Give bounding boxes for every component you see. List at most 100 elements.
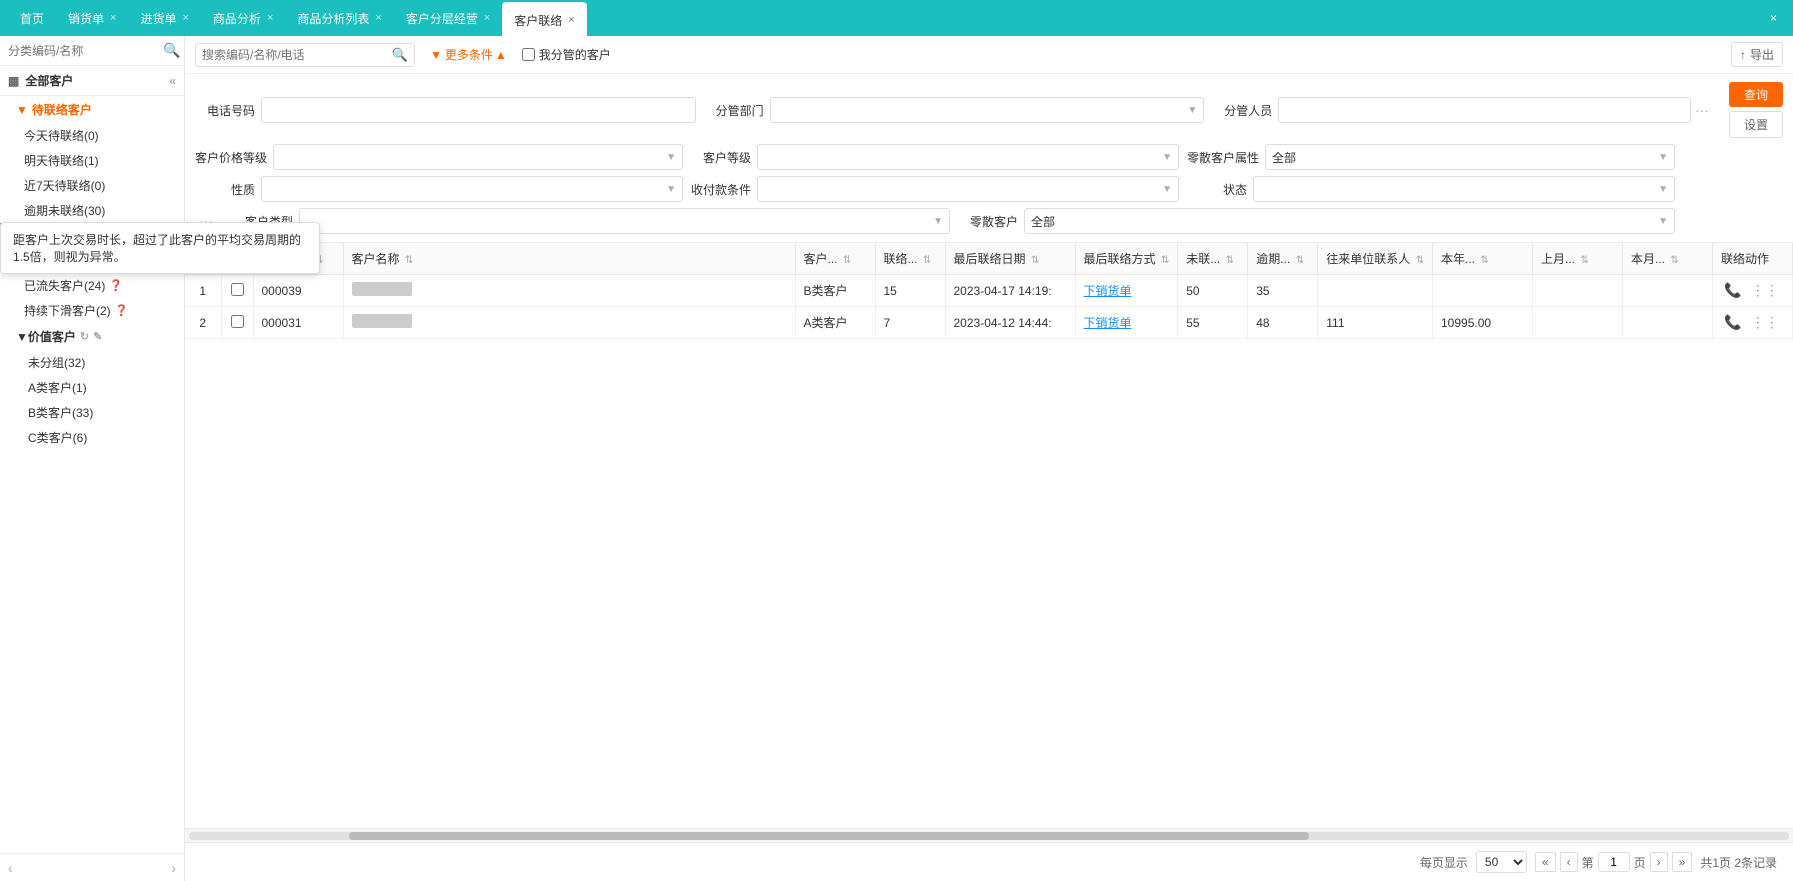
settings-button[interactable]: 设置 xyxy=(1729,111,1783,138)
name-sort-icon[interactable]: ⇅ xyxy=(405,255,413,266)
nav-sales-close[interactable]: × xyxy=(110,12,116,24)
cell-date: 2023-04-17 14:19: xyxy=(945,275,1075,307)
action-phone-icon[interactable]: 📞 xyxy=(1724,282,1741,298)
cell-method: 下销货单 xyxy=(1075,275,1178,307)
nav-product-list[interactable]: 商品分析列表 × xyxy=(285,0,393,36)
contact-sort-icon[interactable]: ⇅ xyxy=(923,255,931,266)
filter-dept-select[interactable]: ▼ xyxy=(770,97,1205,123)
thisyear-sort-icon[interactable]: ⇅ xyxy=(1480,255,1488,266)
declining-info-icon[interactable]: ❓ xyxy=(115,304,129,317)
export-button[interactable]: ↑ 导出 xyxy=(1731,42,1783,67)
lastmonth-sort-icon[interactable]: ⇅ xyxy=(1580,255,1588,266)
filter-status-select[interactable]: ▼ xyxy=(1253,176,1675,202)
nav-home[interactable]: 首页 xyxy=(8,0,56,36)
col-header-date: 最后联络日期 ⇅ xyxy=(945,243,1075,275)
value-customers-group[interactable]: ▼ 价值客户 ↻ ✎ xyxy=(0,323,184,350)
next-page-btn[interactable]: › xyxy=(1650,852,1668,872)
sidebar-item-class-a[interactable]: A类客户(1) xyxy=(0,375,184,400)
row-checkbox[interactable] xyxy=(231,283,244,296)
filter-phone-input[interactable] xyxy=(261,97,696,123)
method-sort-icon[interactable]: ⇅ xyxy=(1161,255,1169,266)
per-page-select[interactable]: 50 100 200 xyxy=(1476,851,1527,873)
nav-customer-contact[interactable]: 客户联络 × xyxy=(502,2,586,38)
cell-name[interactable] xyxy=(343,275,795,307)
method-link[interactable]: 下销货单 xyxy=(1084,284,1132,298)
nav-purchase[interactable]: 进货单 × xyxy=(128,0,200,36)
thismonth-sort-icon[interactable]: ⇅ xyxy=(1670,255,1678,266)
page-number-input[interactable] xyxy=(1598,852,1630,872)
filter-person-input[interactable] xyxy=(1278,97,1691,123)
row-checkbox[interactable] xyxy=(231,315,244,328)
sidebar-collapse-icon[interactable]: « xyxy=(169,74,176,88)
window-close-button[interactable]: × xyxy=(1762,9,1785,27)
sidebar-item-lost[interactable]: 已流失客户(24) ❓ xyxy=(0,273,184,298)
main-search-icon[interactable]: 🔍 xyxy=(392,47,408,63)
cell-name[interactable] xyxy=(343,307,795,339)
blurred-name xyxy=(352,314,412,328)
pending-contact-group[interactable]: ▼ 待联络客户 xyxy=(0,96,184,123)
last-page-btn[interactable]: » xyxy=(1672,852,1693,872)
cell-overdue: 35 xyxy=(1248,275,1318,307)
cell-code: 000031 xyxy=(253,307,343,339)
nav-customer-seg-label: 客户分层经营 xyxy=(406,10,478,27)
nav-sales[interactable]: 销货单 × xyxy=(56,0,128,36)
value-cycle-icon[interactable]: ↻ xyxy=(80,330,89,343)
horizontal-scrollbar[interactable] xyxy=(185,828,1793,842)
sidebar-item-7days[interactable]: 近7天待联络(0) xyxy=(0,173,184,198)
sidebar-item-ungrouped[interactable]: 未分组(32) xyxy=(0,350,184,375)
filter-custgrade-select[interactable]: ▼ xyxy=(757,144,1179,170)
custtype-down-arrow: ▼ xyxy=(933,216,943,227)
filter-payment-select[interactable]: ▼ xyxy=(757,176,1179,202)
overdue-sort-icon[interactable]: ⇅ xyxy=(1296,255,1304,266)
filter-gender-select[interactable]: ▼ xyxy=(261,176,683,202)
all-customers-header[interactable]: ▦ 全部客户 « xyxy=(0,66,184,96)
sidebar-item-class-c[interactable]: C类客户(6) xyxy=(0,425,184,450)
my-customers-checkbox[interactable] xyxy=(522,48,535,61)
cell-code: 000039 xyxy=(253,275,343,307)
sidebar-item-overdue[interactable]: 逾期未联络(30) xyxy=(0,198,184,223)
query-button[interactable]: 查询 xyxy=(1729,82,1783,107)
sidebar-item-declining[interactable]: 持续下滑客户(2) ❓ xyxy=(0,298,184,323)
nav-product-analysis[interactable]: 商品分析 × xyxy=(201,0,285,36)
nav-customer-contact-close[interactable]: × xyxy=(568,14,574,26)
more-conditions-btn[interactable]: ▼ 更多条件 ▲ xyxy=(423,42,514,67)
liaison-sort-icon[interactable]: ⇅ xyxy=(1416,255,1424,266)
filter-retail-select[interactable]: 全部 ▼ xyxy=(1024,208,1675,234)
top-navigation: 首页 销货单 × 进货单 × 商品分析 × 商品分析列表 × 客户分层经营 × … xyxy=(0,0,1793,36)
method-link[interactable]: 下销货单 xyxy=(1084,316,1132,330)
action-phone-icon[interactable]: 📞 xyxy=(1724,314,1741,330)
action-more-icon[interactable]: ⋮⋮ xyxy=(1751,282,1779,298)
nav-customer-seg-close[interactable]: × xyxy=(484,12,490,24)
value-edit-icon[interactable]: ✎ xyxy=(93,330,102,343)
first-page-btn[interactable]: « xyxy=(1535,852,1556,872)
sidebar-search-input[interactable] xyxy=(8,44,163,58)
nav-purchase-close[interactable]: × xyxy=(182,12,188,24)
filter-pricetier-select[interactable]: ▼ xyxy=(273,144,683,170)
sidebar-item-class-b[interactable]: B类客户(33) xyxy=(0,400,184,425)
content-area: 🔍 ▼ 更多条件 ▲ 我分管的客户 ↑ 导出 xyxy=(185,36,1793,881)
filter-retail-cell: 零散客户 全部 ▼ xyxy=(958,208,1675,234)
person-more-btn[interactable]: ··· xyxy=(1691,102,1713,118)
lost-info-icon[interactable]: ❓ xyxy=(109,279,123,292)
sidebar-item-tomorrow[interactable]: 明天待联络(1) xyxy=(0,148,184,173)
type-sort-icon[interactable]: ⇅ xyxy=(843,255,851,266)
sidebar-scroll-left[interactable]: ‹ xyxy=(8,860,13,876)
scrollbar-thumb[interactable] xyxy=(349,832,1309,840)
cell-lastmonth xyxy=(1533,275,1623,307)
sidebar-item-today[interactable]: 今天待联络(0) xyxy=(0,123,184,148)
unread-sort-icon[interactable]: ⇅ xyxy=(1226,255,1234,266)
action-more-icon[interactable]: ⋮⋮ xyxy=(1751,314,1779,330)
custgrade-down-arrow: ▼ xyxy=(1162,152,1172,163)
sidebar-search-icon[interactable]: 🔍 xyxy=(163,42,180,59)
nav-customer-segmentation[interactable]: 客户分层经营 × xyxy=(394,0,502,36)
filter-custtype-select[interactable]: ▼ xyxy=(299,208,950,234)
nav-product-analysis-close[interactable]: × xyxy=(267,12,273,24)
main-search-input[interactable] xyxy=(202,48,392,62)
my-customers-checkbox-wrap: 我分管的客户 xyxy=(522,46,611,63)
sidebar-scroll-right[interactable]: › xyxy=(171,860,176,876)
filter-retailattr-select[interactable]: 全部 ▼ xyxy=(1265,144,1675,170)
prev-page-btn[interactable]: ‹ xyxy=(1560,852,1578,872)
nav-product-list-close[interactable]: × xyxy=(375,12,381,24)
group1-arrow-icon: ▼ xyxy=(16,103,28,117)
date-sort-icon[interactable]: ⇅ xyxy=(1031,255,1039,266)
